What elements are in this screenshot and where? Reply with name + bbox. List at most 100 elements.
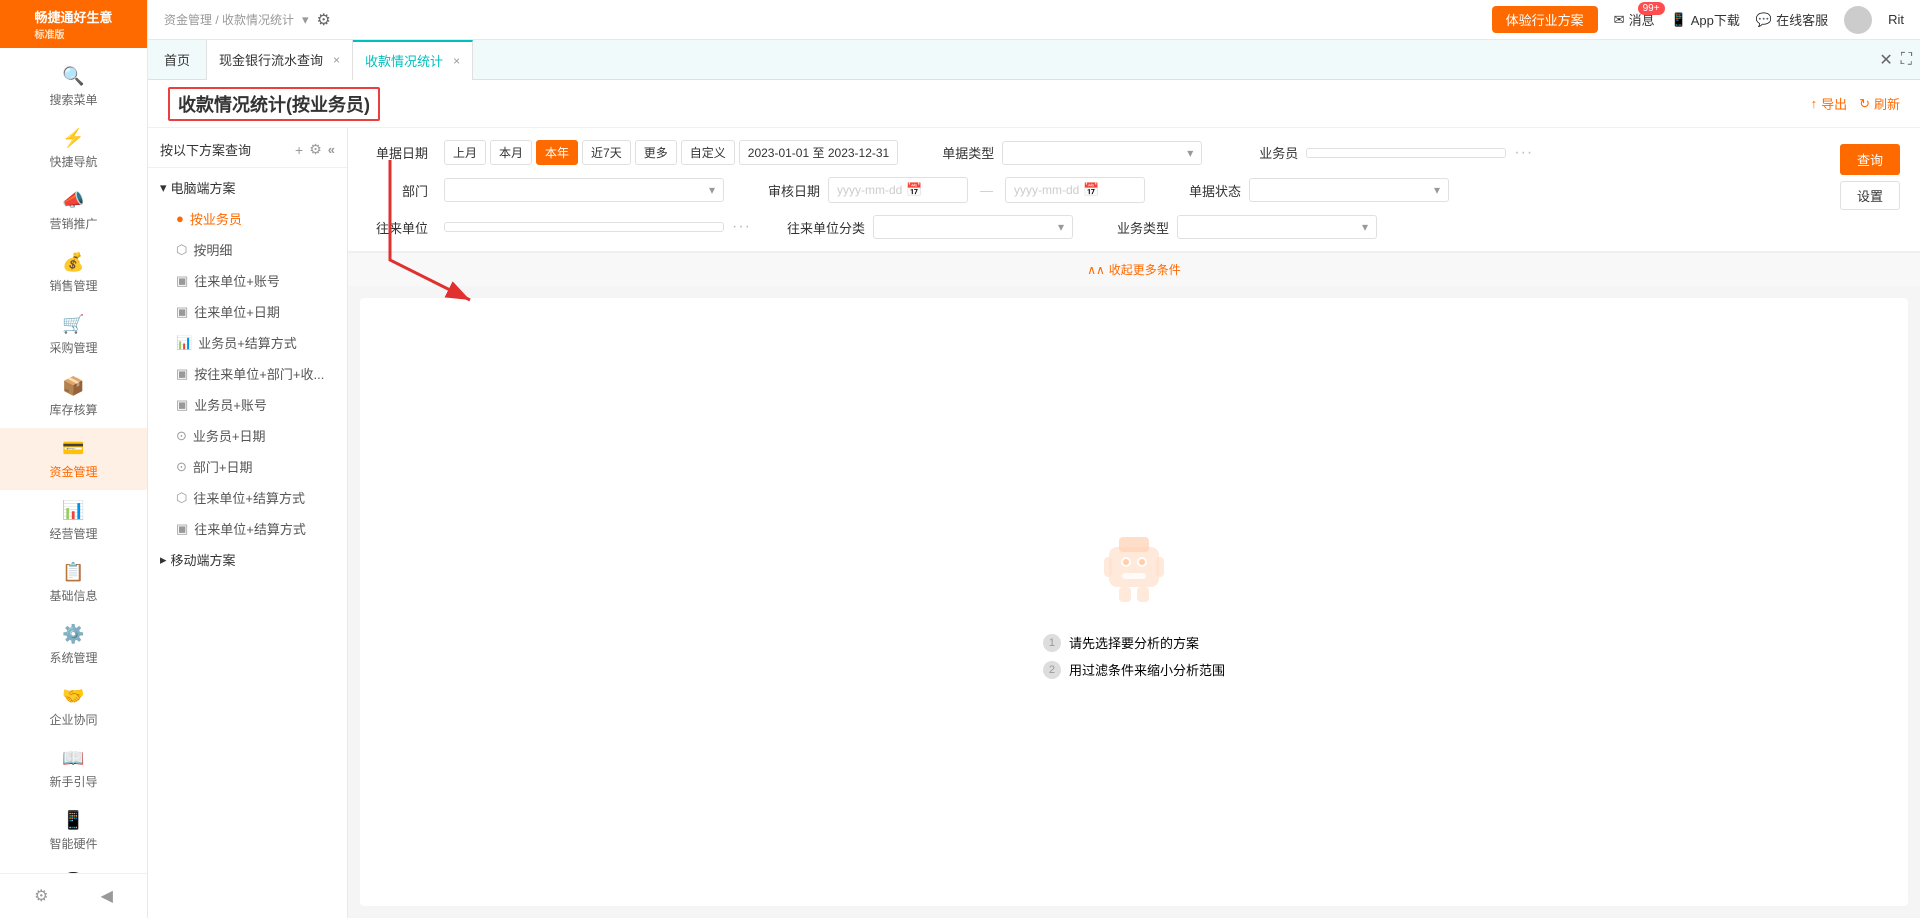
sidebar-item-wechat[interactable]: 💬 企业微信 [0, 862, 147, 873]
tab-home[interactable]: 首页 [148, 40, 207, 80]
scheme-icon-ss: 📊 [176, 335, 192, 351]
scheme-item-dept-date[interactable]: ⊙ 部门+日期 [148, 451, 347, 482]
partner-cat-chevron: ▾ [1058, 220, 1064, 234]
scheme-item-detail[interactable]: ⬡ 按明细 [148, 234, 347, 265]
filter-row-1: 单据日期 上月 本月 本年 近7天 更多 自定义 2023-01-01 [368, 140, 1824, 165]
scheme-item-sp-settle[interactable]: 📊 业务员+结算方式 [148, 327, 347, 358]
filter-settings-btn[interactable]: 设置 [1840, 181, 1900, 210]
date-label: 单据日期 [368, 143, 428, 162]
inventory-icon: 📦 [62, 376, 84, 397]
sidebar-item-finance[interactable]: 💳 资金管理 [0, 428, 147, 490]
scheme-icon-spd2: ⊙ [176, 428, 187, 444]
app-download-btn[interactable]: 📱 App下载 [1671, 10, 1740, 29]
review-date-from[interactable]: yyyy-mm-dd 📅 [828, 177, 968, 203]
tip-num-1: 1 [1043, 634, 1061, 652]
doc-status-filter: 单据状态 ▾ [1181, 178, 1449, 202]
salesperson-select[interactable] [1306, 148, 1506, 158]
tab-bank-flow[interactable]: 现金银行流水查询 × [207, 40, 353, 80]
sidebar-item-system[interactable]: ⚙️ 系统管理 [0, 614, 147, 676]
sidebar-item-sales[interactable]: 💰 销售管理 [0, 242, 147, 304]
message-btn[interactable]: ✉ 消息 99+ [1614, 10, 1655, 29]
sidebar-item-collab[interactable]: 🤝 企业协同 [0, 676, 147, 738]
dept-select[interactable]: ▾ [444, 178, 724, 202]
partner-cat-label: 往来单位分类 [787, 218, 865, 237]
query-btn[interactable]: 查询 [1840, 144, 1900, 175]
mobile-scheme-group[interactable]: ▸ 移动端方案 [148, 544, 347, 575]
doc-status-select[interactable]: ▾ [1249, 178, 1449, 202]
scheme-icon-salesperson: ● [176, 211, 184, 226]
scheme-item-sp-date[interactable]: ⊙ 业务员+日期 [148, 420, 347, 451]
filter-rows: 单据日期 上月 本月 本年 近7天 更多 自定义 2023-01-01 [368, 140, 1824, 239]
partner-cat-select[interactable]: ▾ [873, 215, 1073, 239]
doc-type-select[interactable]: ▾ [1002, 141, 1202, 165]
biz-type-select[interactable]: ▾ [1177, 215, 1377, 239]
scheme-item-partner-settle2[interactable]: ▣ 往来单位+结算方式 [148, 513, 347, 544]
date-btn-last-month[interactable]: 上月 [444, 140, 486, 165]
tab-receipt-stat-close[interactable]: × [453, 54, 460, 68]
empty-illustration [1084, 517, 1184, 617]
sidebar-item-guide[interactable]: 📖 新手引导 [0, 738, 147, 800]
app-logo: 畅捷通好生意 标准版 [0, 0, 147, 48]
trial-btn[interactable]: 体验行业方案 [1492, 6, 1598, 33]
scheme-icon-detail: ⬡ [176, 242, 187, 258]
sidebar-collapse-btn[interactable]: ◀ [101, 886, 113, 906]
sidebar-item-basic[interactable]: 📋 基础信息 [0, 552, 147, 614]
sidebar-item-quicknav[interactable]: ⚡ 快捷导航 [0, 118, 147, 180]
salesperson-more-btn[interactable]: ··· [1514, 144, 1533, 162]
partner-select[interactable] [444, 222, 724, 232]
review-date-label: 审核日期 [760, 181, 820, 200]
message-icon: ✉ [1614, 12, 1625, 28]
date-btn-this-month[interactable]: 本月 [490, 140, 532, 165]
tab-maximize-icon[interactable]: ⛶ [1901, 51, 1912, 69]
tab-receipt-stat[interactable]: 收款情况统计 × [353, 40, 473, 80]
tab-bar: 首页 现金银行流水查询 × 收款情况统计 × ✕ ⛶ [148, 40, 1920, 80]
sidebar-item-label: 库存核算 [49, 401, 97, 418]
collapse-bar[interactable]: ∧∧ 收起更多条件 [348, 252, 1920, 286]
tab-bank-flow-close[interactable]: × [333, 53, 340, 67]
user-avatar[interactable] [1844, 6, 1872, 34]
date-btn-custom[interactable]: 自定义 [681, 140, 735, 165]
empty-tips: 1 请先选择要分析的方案 2 用过滤条件来缩小分析范围 [1043, 633, 1225, 687]
gear-settings-icon[interactable]: ⚙ [317, 10, 331, 30]
online-service-btn[interactable]: 💬 在线客服 [1756, 10, 1828, 29]
sidebar-item-search[interactable]: 🔍 搜索菜单 [0, 56, 147, 118]
scheme-item-partner-dept[interactable]: ▣ 按往来单位+部门+收... [148, 358, 347, 389]
scheme-item-partner-settle1[interactable]: ⬡ 往来单位+结算方式 [148, 482, 347, 513]
filter-area: 单据日期 上月 本月 本年 近7天 更多 自定义 2023-01-01 [348, 128, 1920, 252]
page-title: 收款情况统计(按业务员) [168, 87, 380, 121]
review-date-to[interactable]: yyyy-mm-dd 📅 [1005, 177, 1145, 203]
sidebar-item-marketing[interactable]: 📣 营销推广 [0, 180, 147, 242]
scheme-item-salesperson[interactable]: ● 按业务员 [148, 203, 347, 234]
scheme-icon-pa: ▣ [176, 273, 188, 289]
date-btn-7days[interactable]: 近7天 [582, 140, 631, 165]
refresh-btn[interactable]: ↻ 刷新 [1859, 94, 1900, 113]
sidebar-item-label: 系统管理 [49, 649, 97, 666]
add-scheme-btn[interactable]: + [295, 142, 303, 158]
partner-more-btn[interactable]: ··· [732, 218, 751, 236]
scheme-item-sp-account[interactable]: ▣ 业务员+账号 [148, 389, 347, 420]
top-bar: 资金管理 / 收款情况统计 ▾ ⚙ 体验行业方案 ✉ 消息 99+ 📱 App下… [148, 0, 1920, 40]
date-btn-this-year[interactable]: 本年 [536, 140, 578, 165]
app-download-icon: 📱 [1671, 12, 1687, 28]
tab-close-all-icon[interactable]: ✕ [1879, 50, 1892, 70]
sidebar-item-purchase[interactable]: 🛒 采购管理 [0, 304, 147, 366]
export-label: 导出 [1821, 94, 1847, 113]
scheme-collapse-btn[interactable]: « [328, 142, 335, 157]
pc-scheme-group[interactable]: ▾ 电脑端方案 [148, 172, 347, 203]
scheme-icon-pd: ▣ [176, 304, 188, 320]
tab-home-label: 首页 [164, 50, 190, 69]
scheme-settings-btn[interactable]: ⚙ [309, 141, 322, 158]
date-btn-more[interactable]: 更多 [635, 140, 677, 165]
scheme-item-partner-account[interactable]: ▣ 往来单位+账号 [148, 265, 347, 296]
export-btn[interactable]: ↑ 导出 [1811, 94, 1848, 113]
guide-icon: 📖 [62, 748, 84, 769]
sidebar-settings-btn[interactable]: ⚙ [34, 886, 48, 906]
logo-text: 畅捷通好生意 [34, 7, 112, 26]
refresh-label: 刷新 [1874, 94, 1900, 113]
scheme-icon-ps1: ⬡ [176, 490, 187, 506]
sidebar-item-mgmt[interactable]: 📊 经营管理 [0, 490, 147, 552]
sidebar-item-inventory[interactable]: 📦 库存核算 [0, 366, 147, 428]
scheme-item-partner-date[interactable]: ▣ 往来单位+日期 [148, 296, 347, 327]
sidebar-item-hardware[interactable]: 📱 智能硬件 [0, 800, 147, 862]
breadcrumb-dropdown-icon[interactable]: ▾ [302, 12, 309, 28]
